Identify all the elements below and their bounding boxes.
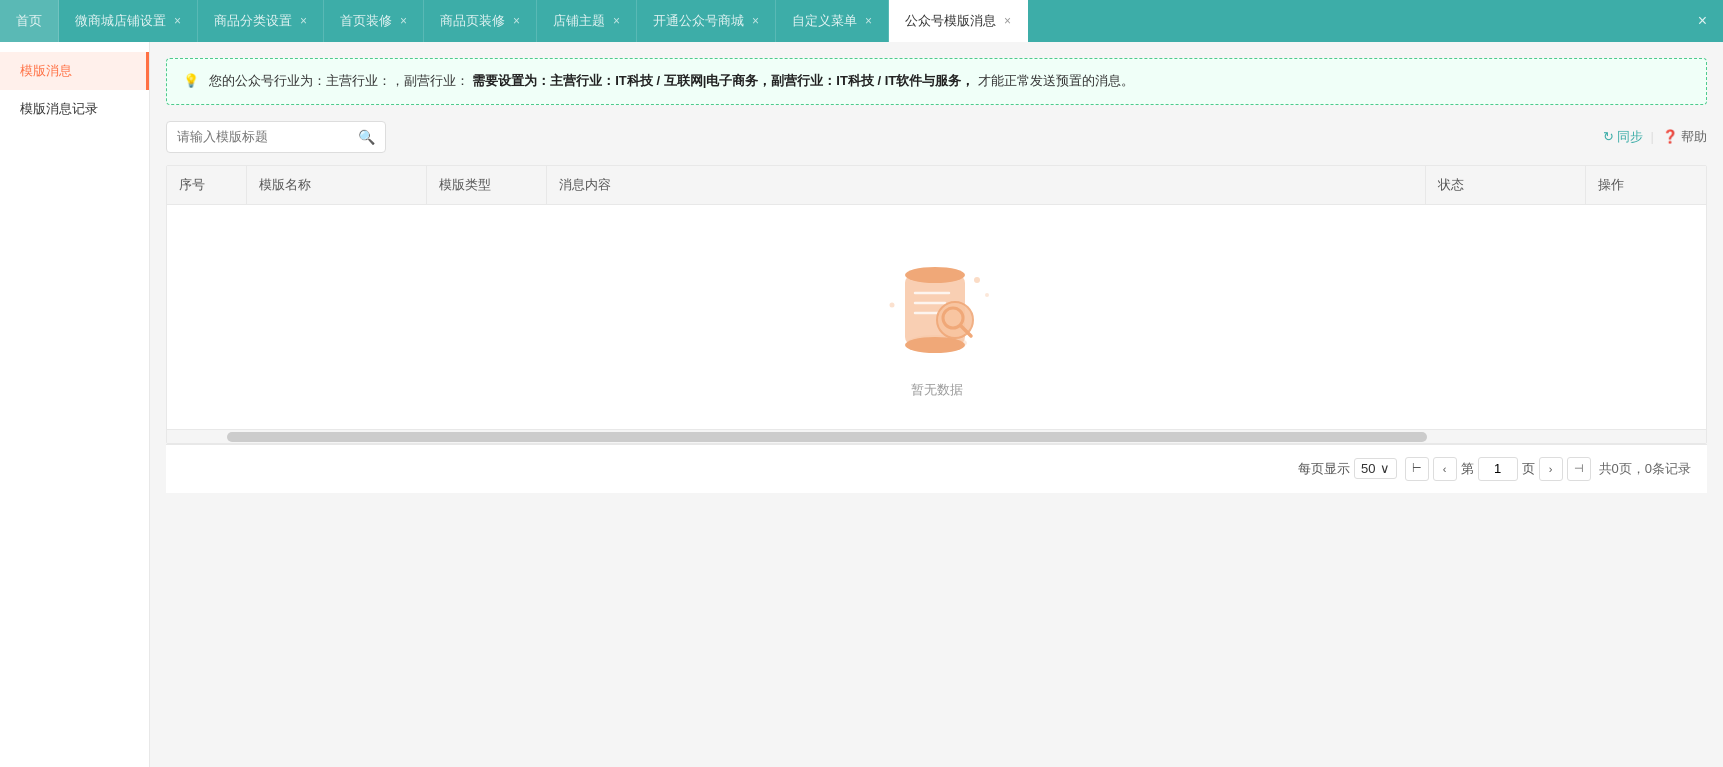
col-status: 状态 — [1426, 166, 1586, 204]
tab-close-icon[interactable]: × — [300, 14, 307, 28]
tab-item-4[interactable]: 商品页装修 × — [424, 0, 537, 42]
tab-label: 店铺主题 — [553, 12, 605, 30]
tab-label: 自定义菜单 — [792, 12, 857, 30]
pagination: 每页显示 50 ∨ ⊢ ‹ 第 页 › ⊣ 共0页，0条记录 — [166, 444, 1707, 493]
sidebar-item-1[interactable]: 模版消息记录 — [0, 90, 149, 128]
svg-point-12 — [889, 302, 894, 307]
tab-close-icon[interactable]: × — [400, 14, 407, 28]
tab-item-0[interactable]: 首页 — [0, 0, 59, 42]
svg-point-10 — [974, 277, 980, 283]
total-info: 共0页，0条记录 — [1599, 460, 1691, 478]
col-name: 模版名称 — [247, 166, 427, 204]
sync-icon: ↻ — [1603, 129, 1614, 144]
search-input[interactable] — [177, 129, 358, 144]
help-button[interactable]: ❓ 帮助 — [1662, 128, 1707, 146]
tab-label: 微商城店铺设置 — [75, 12, 166, 30]
search-bar: 🔍 ↻ 同步 | ❓ 帮助 — [166, 121, 1707, 153]
tab-close-icon[interactable]: × — [613, 14, 620, 28]
tab-label: 商品页装修 — [440, 12, 505, 30]
tab-item-5[interactable]: 店铺主题 × — [537, 0, 637, 42]
scroll-thumb[interactable] — [227, 432, 1427, 442]
col-action: 操作 — [1586, 166, 1706, 204]
dropdown-arrow-icon: ∨ — [1380, 461, 1390, 476]
tab-item-6[interactable]: 开通公众号商城 × — [637, 0, 776, 42]
tab-item-2[interactable]: 商品分类设置 × — [198, 0, 324, 42]
empty-state: 暂无数据 — [167, 205, 1706, 429]
tab-close-icon[interactable]: × — [752, 14, 759, 28]
tab-close-icon[interactable]: × — [513, 14, 520, 28]
page-label: 第 — [1461, 460, 1474, 478]
sidebar: 模版消息模版消息记录 — [0, 42, 150, 767]
col-content: 消息内容 — [547, 166, 1426, 204]
data-table: 序号 模版名称 模版类型 消息内容 状态 操作 — [166, 165, 1707, 444]
svg-point-3 — [905, 337, 965, 353]
first-page-button[interactable]: ⊢ — [1405, 457, 1429, 481]
scroll-bar-area[interactable] — [167, 429, 1706, 443]
tab-close-icon[interactable]: × — [174, 14, 181, 28]
tab-label: 开通公众号商城 — [653, 12, 744, 30]
page-unit: 页 — [1522, 460, 1535, 478]
page-navigation: ⊢ ‹ 第 页 › ⊣ — [1405, 457, 1591, 481]
content-area: 💡 您的公众号行业为：主营行业：，副营行业： 需要设置为：主营行业：IT科技 /… — [150, 42, 1723, 767]
last-page-button[interactable]: ⊣ — [1567, 457, 1591, 481]
tab-close-icon[interactable]: × — [1004, 14, 1011, 28]
search-input-wrap[interactable]: 🔍 — [166, 121, 386, 153]
search-icon[interactable]: 🔍 — [358, 129, 375, 145]
help-icon: ❓ — [1662, 129, 1678, 144]
tab-close-all[interactable]: × — [1682, 12, 1723, 30]
tab-label: 公众号模版消息 — [905, 12, 996, 30]
main-layout: 模版消息模版消息记录 💡 您的公众号行业为：主营行业：，副营行业： 需要设置为：… — [0, 42, 1723, 767]
tab-item-1[interactable]: 微商城店铺设置 × — [59, 0, 198, 42]
notice-box: 💡 您的公众号行业为：主营行业：，副营行业： 需要设置为：主营行业：IT科技 /… — [166, 58, 1707, 105]
tab-item-3[interactable]: 首页装修 × — [324, 0, 424, 42]
col-index: 序号 — [167, 166, 247, 204]
search-actions: ↻ 同步 | ❓ 帮助 — [1603, 128, 1707, 146]
per-page-select: 每页显示 50 ∨ — [1298, 458, 1396, 479]
notice-suffix: 才能正常发送预置的消息。 — [978, 73, 1134, 88]
tab-label: 首页装修 — [340, 12, 392, 30]
per-page-value: 50 — [1361, 461, 1375, 476]
prev-page-button[interactable]: ‹ — [1433, 457, 1457, 481]
per-page-dropdown[interactable]: 50 ∨ — [1354, 458, 1396, 479]
empty-illustration — [877, 245, 997, 365]
next-page-button[interactable]: › — [1539, 457, 1563, 481]
empty-text: 暂无数据 — [911, 381, 963, 399]
svg-point-11 — [985, 293, 989, 297]
divider: | — [1651, 129, 1654, 144]
notice-prefix: 您的公众号行业为：主营行业：，副营行业： — [209, 73, 469, 88]
svg-point-2 — [905, 267, 965, 283]
per-page-label: 每页显示 — [1298, 460, 1350, 478]
sidebar-item-0[interactable]: 模版消息 — [0, 52, 149, 90]
help-label: 帮助 — [1681, 128, 1707, 146]
page-number-input[interactable] — [1478, 457, 1518, 481]
tab-label: 首页 — [16, 12, 42, 30]
table-header: 序号 模版名称 模版类型 消息内容 状态 操作 — [167, 166, 1706, 205]
col-type: 模版类型 — [427, 166, 547, 204]
tab-bar: 首页微商城店铺设置×商品分类设置×首页装修×商品页装修×店铺主题×开通公众号商城… — [0, 0, 1723, 42]
tab-item-8[interactable]: 公众号模版消息 × — [889, 0, 1028, 42]
sync-label: 同步 — [1617, 128, 1643, 146]
tab-close-icon[interactable]: × — [865, 14, 872, 28]
sync-button[interactable]: ↻ 同步 — [1603, 128, 1643, 146]
tab-label: 商品分类设置 — [214, 12, 292, 30]
notice-icon: 💡 — [183, 73, 199, 88]
tab-item-7[interactable]: 自定义菜单 × — [776, 0, 889, 42]
notice-highlight: 需要设置为：主营行业：IT科技 / 互联网|电子商务，副营行业：IT科技 / I… — [472, 73, 974, 88]
